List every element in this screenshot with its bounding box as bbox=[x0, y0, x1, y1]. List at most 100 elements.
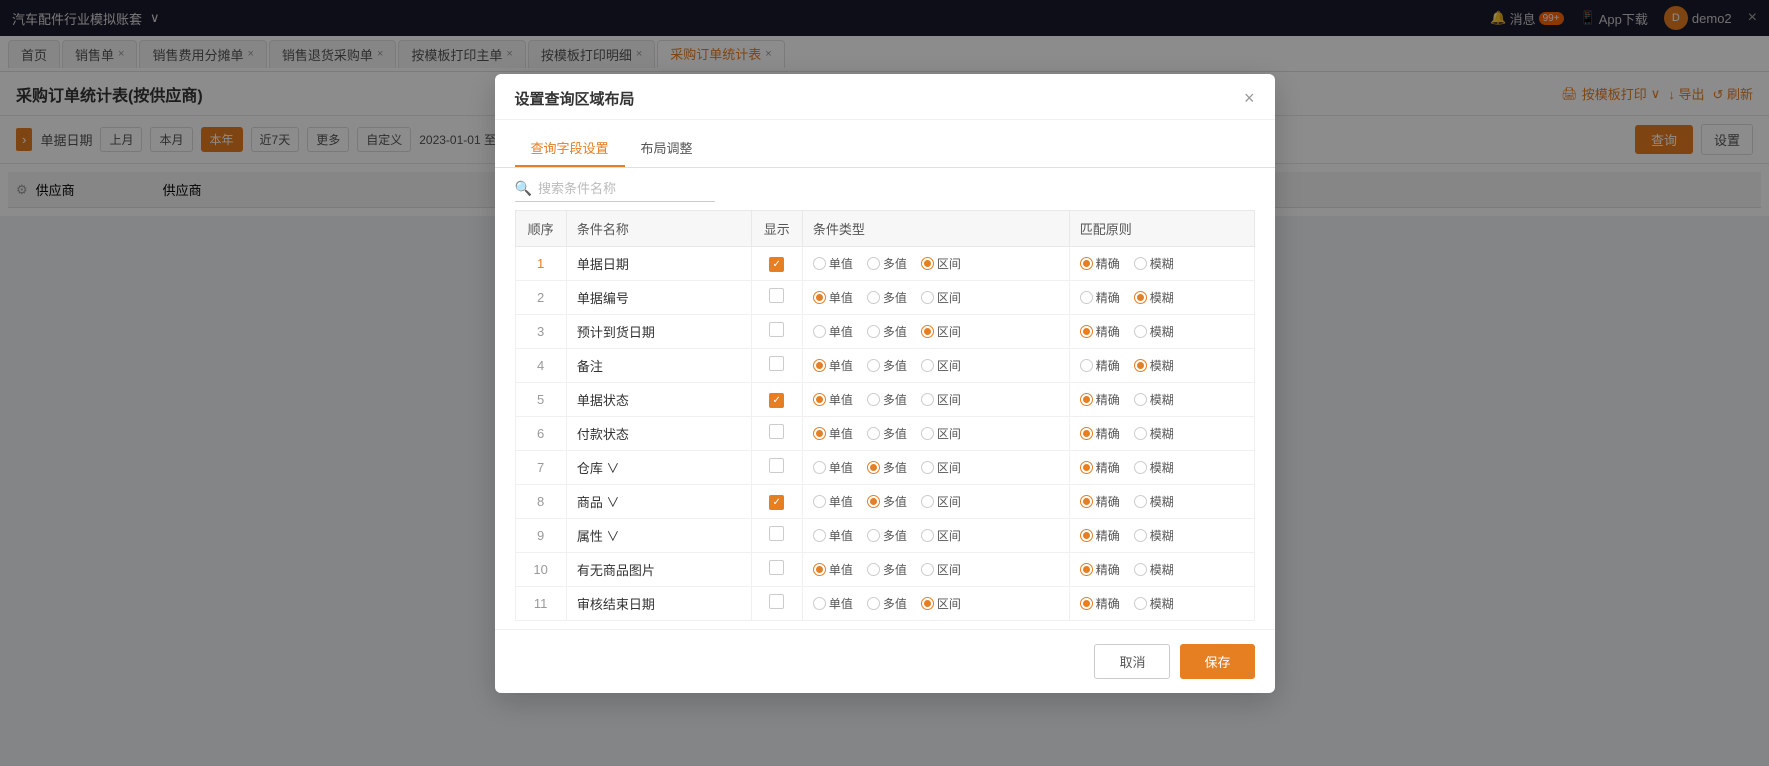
radio-range[interactable]: 区间 bbox=[921, 561, 961, 578]
radio-range-btn[interactable] bbox=[921, 427, 934, 440]
radio-single[interactable]: 单值 bbox=[813, 459, 853, 476]
radio-range-btn[interactable] bbox=[921, 597, 934, 610]
radio-range-btn[interactable] bbox=[921, 257, 934, 270]
radio-multi-btn[interactable] bbox=[867, 291, 880, 304]
radio-fuzzy[interactable]: 模糊 bbox=[1134, 595, 1174, 612]
radio-fuzzy-btn[interactable] bbox=[1134, 427, 1147, 440]
radio-multi-btn[interactable] bbox=[867, 563, 880, 576]
radio-fuzzy[interactable]: 模糊 bbox=[1134, 425, 1174, 442]
row-display-checkbox[interactable] bbox=[769, 560, 784, 575]
radio-fuzzy[interactable]: 模糊 bbox=[1134, 289, 1174, 306]
radio-range[interactable]: 区间 bbox=[921, 357, 961, 374]
radio-fuzzy-btn[interactable] bbox=[1134, 529, 1147, 542]
radio-range-btn[interactable] bbox=[921, 325, 934, 338]
radio-multi[interactable]: 多值 bbox=[867, 425, 907, 442]
radio-fuzzy[interactable]: 模糊 bbox=[1134, 391, 1174, 408]
radio-exact[interactable]: 精确 bbox=[1080, 357, 1120, 374]
radio-exact[interactable]: 精确 bbox=[1080, 391, 1120, 408]
row-display-checkbox[interactable] bbox=[769, 594, 784, 609]
radio-single[interactable]: 单值 bbox=[813, 323, 853, 340]
radio-exact-btn[interactable] bbox=[1080, 597, 1093, 610]
radio-fuzzy[interactable]: 模糊 bbox=[1134, 323, 1174, 340]
modal-tab-layout[interactable]: 布局调整 bbox=[625, 130, 709, 167]
radio-multi[interactable]: 多值 bbox=[867, 561, 907, 578]
radio-multi-btn[interactable] bbox=[867, 359, 880, 372]
radio-multi-btn[interactable] bbox=[867, 597, 880, 610]
radio-fuzzy-btn[interactable] bbox=[1134, 325, 1147, 338]
radio-single-btn[interactable] bbox=[813, 461, 826, 474]
radio-fuzzy[interactable]: 模糊 bbox=[1134, 561, 1174, 578]
row-display-checkbox[interactable] bbox=[769, 288, 784, 303]
row-display-checkbox[interactable] bbox=[769, 356, 784, 371]
row-display-checkbox[interactable] bbox=[769, 458, 784, 473]
radio-multi[interactable]: 多值 bbox=[867, 289, 907, 306]
radio-exact[interactable]: 精确 bbox=[1080, 561, 1120, 578]
row-display-checkbox[interactable] bbox=[769, 393, 784, 408]
radio-fuzzy[interactable]: 模糊 bbox=[1134, 527, 1174, 544]
radio-single-btn[interactable] bbox=[813, 495, 826, 508]
radio-single-btn[interactable] bbox=[813, 325, 826, 338]
row-display-checkbox[interactable] bbox=[769, 526, 784, 541]
radio-fuzzy[interactable]: 模糊 bbox=[1134, 255, 1174, 272]
radio-range-btn[interactable] bbox=[921, 291, 934, 304]
radio-single[interactable]: 单值 bbox=[813, 595, 853, 612]
radio-range-btn[interactable] bbox=[921, 359, 934, 372]
radio-exact-btn[interactable] bbox=[1080, 461, 1093, 474]
radio-range-btn[interactable] bbox=[921, 495, 934, 508]
radio-multi[interactable]: 多值 bbox=[867, 357, 907, 374]
radio-multi[interactable]: 多值 bbox=[867, 595, 907, 612]
modal-close-button[interactable]: × bbox=[1244, 89, 1255, 107]
radio-single-btn[interactable] bbox=[813, 359, 826, 372]
radio-exact[interactable]: 精确 bbox=[1080, 323, 1120, 340]
radio-exact-btn[interactable] bbox=[1080, 495, 1093, 508]
radio-single[interactable]: 单值 bbox=[813, 289, 853, 306]
radio-range-btn[interactable] bbox=[921, 563, 934, 576]
radio-exact[interactable]: 精确 bbox=[1080, 595, 1120, 612]
radio-fuzzy[interactable]: 模糊 bbox=[1134, 459, 1174, 476]
modal-tab-query-fields[interactable]: 查询字段设置 bbox=[515, 130, 625, 167]
radio-multi-btn[interactable] bbox=[867, 461, 880, 474]
radio-single[interactable]: 单值 bbox=[813, 561, 853, 578]
radio-exact-btn[interactable] bbox=[1080, 291, 1093, 304]
search-input[interactable] bbox=[538, 181, 698, 196]
radio-single-btn[interactable] bbox=[813, 529, 826, 542]
row-display-checkbox[interactable] bbox=[769, 322, 784, 337]
radio-exact-btn[interactable] bbox=[1080, 563, 1093, 576]
radio-fuzzy[interactable]: 模糊 bbox=[1134, 493, 1174, 510]
radio-multi[interactable]: 多值 bbox=[867, 527, 907, 544]
radio-single-btn[interactable] bbox=[813, 257, 826, 270]
radio-range[interactable]: 区间 bbox=[921, 459, 961, 476]
radio-range-btn[interactable] bbox=[921, 529, 934, 542]
radio-range-btn[interactable] bbox=[921, 393, 934, 406]
radio-exact[interactable]: 精确 bbox=[1080, 425, 1120, 442]
radio-single-btn[interactable] bbox=[813, 597, 826, 610]
radio-single-btn[interactable] bbox=[813, 393, 826, 406]
radio-range[interactable]: 区间 bbox=[921, 595, 961, 612]
radio-fuzzy-btn[interactable] bbox=[1134, 257, 1147, 270]
radio-single-btn[interactable] bbox=[813, 563, 826, 576]
radio-exact[interactable]: 精确 bbox=[1080, 289, 1120, 306]
radio-single[interactable]: 单值 bbox=[813, 527, 853, 544]
radio-exact-btn[interactable] bbox=[1080, 393, 1093, 406]
radio-fuzzy-btn[interactable] bbox=[1134, 359, 1147, 372]
radio-multi[interactable]: 多值 bbox=[867, 493, 907, 510]
radio-single[interactable]: 单值 bbox=[813, 255, 853, 272]
radio-range[interactable]: 区间 bbox=[921, 493, 961, 510]
radio-single[interactable]: 单值 bbox=[813, 493, 853, 510]
radio-fuzzy[interactable]: 模糊 bbox=[1134, 357, 1174, 374]
radio-exact-btn[interactable] bbox=[1080, 325, 1093, 338]
radio-single[interactable]: 单值 bbox=[813, 425, 853, 442]
radio-multi-btn[interactable] bbox=[867, 325, 880, 338]
radio-fuzzy-btn[interactable] bbox=[1134, 597, 1147, 610]
radio-single-btn[interactable] bbox=[813, 427, 826, 440]
radio-range[interactable]: 区间 bbox=[921, 255, 961, 272]
row-display-checkbox[interactable] bbox=[769, 495, 784, 510]
radio-range[interactable]: 区间 bbox=[921, 391, 961, 408]
radio-multi[interactable]: 多值 bbox=[867, 255, 907, 272]
radio-exact[interactable]: 精确 bbox=[1080, 255, 1120, 272]
radio-single-btn[interactable] bbox=[813, 291, 826, 304]
radio-range[interactable]: 区间 bbox=[921, 323, 961, 340]
radio-fuzzy-btn[interactable] bbox=[1134, 291, 1147, 304]
radio-range[interactable]: 区间 bbox=[921, 527, 961, 544]
radio-exact-btn[interactable] bbox=[1080, 359, 1093, 372]
